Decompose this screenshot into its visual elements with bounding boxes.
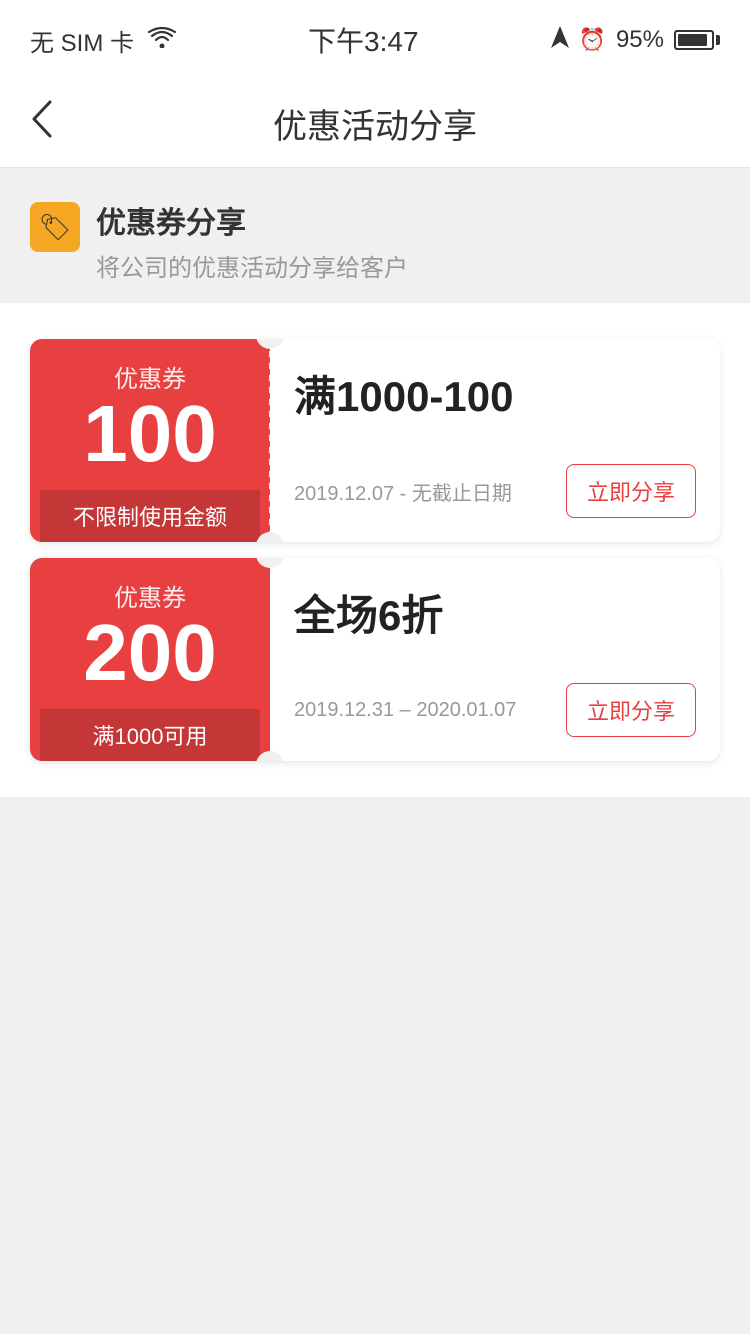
battery-icon [674, 30, 720, 50]
status-bar: 无 SIM 卡 下午3:47 ⏰ 95% [0, 0, 750, 80]
coupon-amount: 100 [83, 394, 216, 474]
coupon-condition: 不限制使用金额 [40, 490, 260, 542]
coupon-icon: 🏷 [38, 212, 71, 243]
coupon-left-panel: 优惠券 200 满1000可用 [30, 558, 270, 761]
section-icon: 🏷 [30, 202, 80, 252]
page-title: 优惠活动分享 [273, 99, 477, 148]
coupon-bottom-row: 2019.12.31 – 2020.01.07 立即分享 [294, 683, 696, 737]
status-time: 下午3:47 [308, 20, 419, 60]
battery-percent: 95% [616, 26, 664, 54]
share-button[interactable]: 立即分享 [566, 683, 696, 737]
coupon-title: 全场6折 [294, 582, 696, 643]
status-left: 无 SIM 卡 [30, 23, 176, 58]
coupon-bottom-row: 2019.12.07 - 无截止日期 立即分享 [294, 464, 696, 518]
section-title: 优惠券分享 [96, 198, 408, 242]
carrier-text: 无 SIM 卡 [30, 23, 134, 58]
coupon-date: 2019.12.31 – 2020.01.07 [294, 699, 566, 722]
coupon-title: 满1000-100 [294, 363, 696, 424]
coupon-date: 2019.12.07 - 无截止日期 [294, 477, 566, 506]
cards-container: 优惠券 100 不限制使用金额 满1000-100 2019.12.07 - 无… [0, 303, 750, 797]
share-button[interactable]: 立即分享 [566, 464, 696, 518]
wifi-icon [148, 26, 176, 55]
back-button[interactable] [30, 100, 52, 147]
empty-area [0, 797, 750, 1297]
nav-bar: 优惠活动分享 [0, 80, 750, 168]
coupon-card: 优惠券 200 满1000可用 全场6折 2019.12.31 – 2020.0… [30, 558, 720, 761]
coupon-condition: 满1000可用 [40, 709, 260, 761]
status-right: ⏰ 95% [551, 26, 720, 55]
section-text-block: 优惠券分享 将公司的优惠活动分享给客户 [96, 198, 408, 283]
section-subtitle: 将公司的优惠活动分享给客户 [96, 248, 408, 283]
section-header: 🏷 优惠券分享 将公司的优惠活动分享给客户 [0, 168, 750, 303]
coupon-right-panel: 满1000-100 2019.12.07 - 无截止日期 立即分享 [270, 339, 720, 542]
coupon-amount: 200 [83, 613, 216, 693]
alarm-icon: ⏰ [579, 27, 606, 53]
location-icon [551, 26, 569, 55]
coupon-left-panel: 优惠券 100 不限制使用金额 [30, 339, 270, 542]
coupon-right-panel: 全场6折 2019.12.31 – 2020.01.07 立即分享 [270, 558, 720, 761]
coupon-card: 优惠券 100 不限制使用金额 满1000-100 2019.12.07 - 无… [30, 339, 720, 542]
